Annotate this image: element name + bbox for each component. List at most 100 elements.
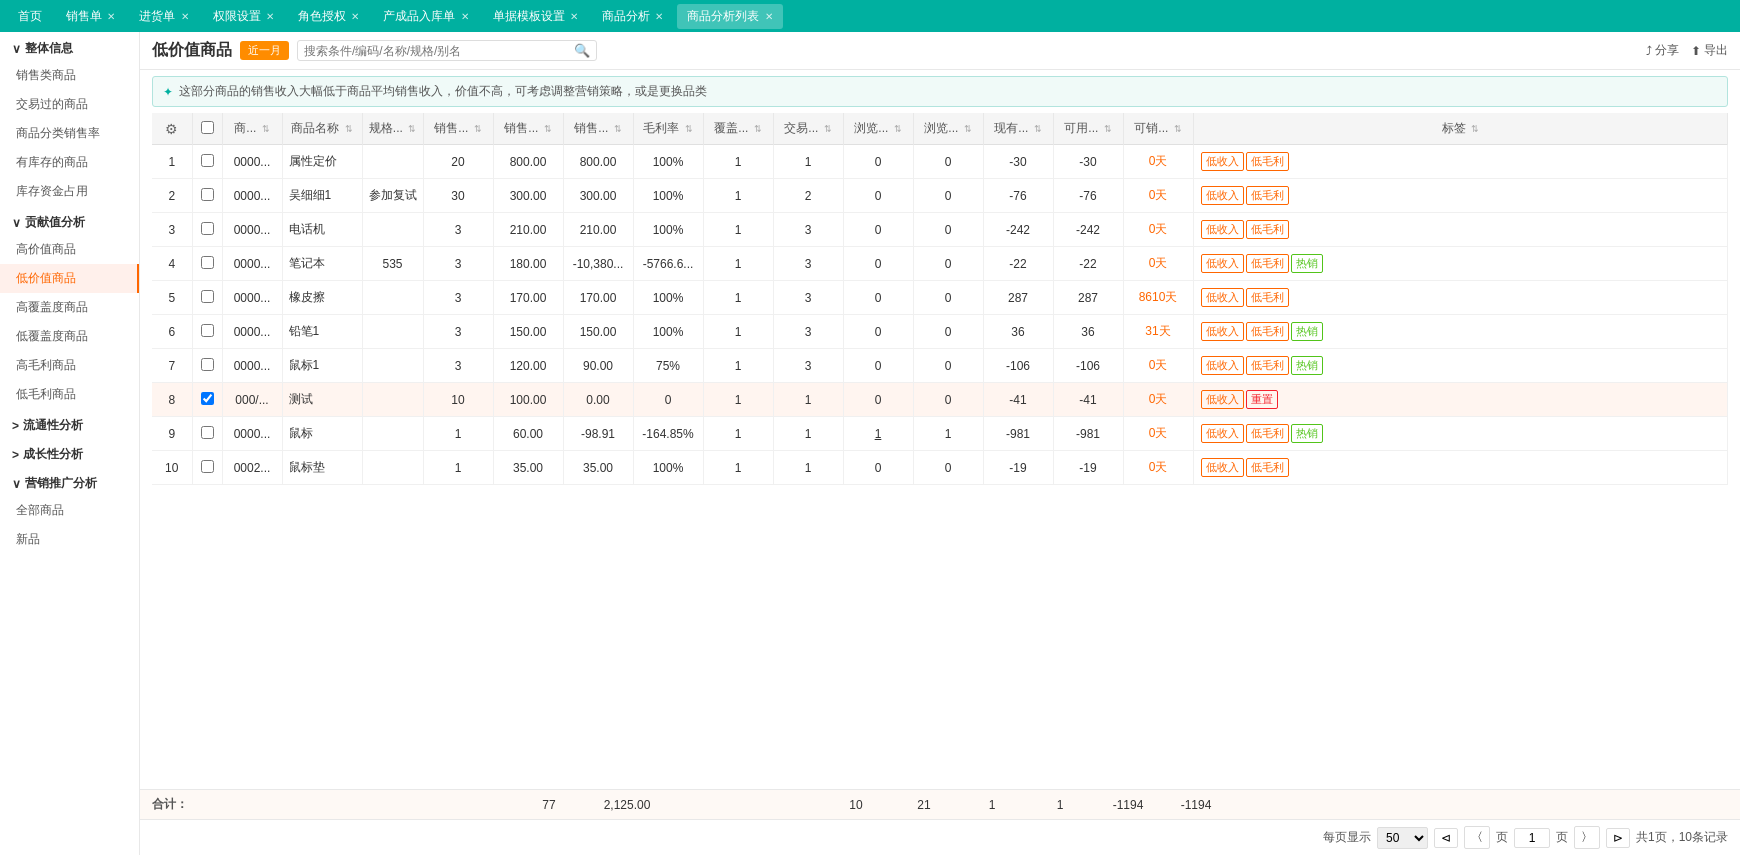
close-products-icon[interactable]: ✕ — [461, 11, 469, 22]
close-analysis-icon[interactable]: ✕ — [655, 11, 663, 22]
last-page-button[interactable]: ⊳ — [1606, 828, 1630, 848]
row-view1[interactable]: 0 — [843, 213, 913, 247]
th-gear[interactable]: ⚙ — [152, 113, 192, 145]
prev-page-button[interactable]: 〈 — [1464, 826, 1490, 849]
row-view1[interactable]: 0 — [843, 451, 913, 485]
row-tags: 低收入低毛利 — [1193, 281, 1728, 315]
row-check[interactable] — [192, 383, 222, 417]
row-checkbox[interactable] — [201, 188, 214, 201]
nav-sales[interactable]: 销售单 ✕ — [56, 4, 125, 29]
nav-roles[interactable]: 角色授权 ✕ — [288, 4, 369, 29]
row-view1[interactable]: 0 — [843, 349, 913, 383]
per-page-select[interactable]: 50 100 — [1377, 827, 1428, 849]
close-purchase-icon[interactable]: ✕ — [181, 11, 189, 22]
th-view2[interactable]: 浏览... ⇅ — [913, 113, 983, 145]
th-current[interactable]: 现有... ⇅ — [983, 113, 1053, 145]
sidebar-item-all-products[interactable]: 全部商品 — [0, 496, 139, 525]
sidebar-item-traded[interactable]: 交易过的商品 — [0, 90, 139, 119]
page-label-end: 页 — [1556, 829, 1568, 846]
th-view1[interactable]: 浏览... ⇅ — [843, 113, 913, 145]
row-checkbox[interactable] — [201, 256, 214, 269]
row-checkbox[interactable] — [201, 324, 214, 337]
sidebar-item-low-margin[interactable]: 低毛利商品 — [0, 380, 139, 409]
row-check[interactable] — [192, 247, 222, 281]
row-checkbox[interactable] — [201, 358, 214, 371]
row-checkbox[interactable] — [201, 154, 214, 167]
sidebar-item-low-value[interactable]: 低价值商品 — [0, 264, 139, 293]
th-code[interactable]: 商... ⇅ — [222, 113, 282, 145]
settings-icon[interactable]: ⚙ — [165, 121, 178, 137]
sidebar-item-high-margin[interactable]: 高毛利商品 — [0, 351, 139, 380]
th-tags[interactable]: 标签 ⇅ — [1193, 113, 1728, 145]
sidebar-group-growth[interactable]: > 成长性分析 — [0, 438, 139, 467]
search-icon[interactable]: 🔍 — [574, 43, 590, 58]
sidebar-group-contribution[interactable]: ∨ 贡献值分析 — [0, 206, 139, 235]
share-button[interactable]: ⤴ 分享 — [1646, 42, 1679, 59]
th-sale2[interactable]: 销售... ⇅ — [493, 113, 563, 145]
th-cover[interactable]: 覆盖... ⇅ — [703, 113, 773, 145]
sidebar-item-high-coverage[interactable]: 高覆盖度商品 — [0, 293, 139, 322]
row-check[interactable] — [192, 213, 222, 247]
nav-products[interactable]: 产成品入库单 ✕ — [373, 4, 478, 29]
sidebar-item-inventory[interactable]: 有库存的商品 — [0, 148, 139, 177]
row-checkbox[interactable] — [201, 290, 214, 303]
row-checkbox[interactable] — [201, 392, 214, 405]
close-analysis-list-icon[interactable]: ✕ — [765, 11, 773, 22]
row-checkbox[interactable] — [201, 222, 214, 235]
row-view1[interactable]: 0 — [843, 315, 913, 349]
th-sale1[interactable]: 销售... ⇅ — [423, 113, 493, 145]
sidebar-item-high-value[interactable]: 高价值商品 — [0, 235, 139, 264]
row-check[interactable] — [192, 451, 222, 485]
row-view1[interactable]: 0 — [843, 145, 913, 179]
close-permissions-icon[interactable]: ✕ — [266, 11, 274, 22]
time-tag-button[interactable]: 近一月 — [240, 41, 289, 60]
row-num: 5 — [152, 281, 192, 315]
select-all-checkbox[interactable] — [201, 121, 214, 134]
th-sale3[interactable]: 销售... ⇅ — [563, 113, 633, 145]
row-checkbox[interactable] — [201, 460, 214, 473]
page-number-input[interactable] — [1514, 828, 1550, 848]
row-view1[interactable]: 0 — [843, 383, 913, 417]
close-roles-icon[interactable]: ✕ — [351, 11, 359, 22]
th-spec[interactable]: 规格... ⇅ — [362, 113, 423, 145]
nav-home[interactable]: 首页 — [8, 4, 52, 29]
row-check[interactable] — [192, 315, 222, 349]
nav-permissions[interactable]: 权限设置 ✕ — [203, 4, 284, 29]
sidebar-group-marketing[interactable]: ∨ 营销推广分析 — [0, 467, 139, 496]
close-sales-icon[interactable]: ✕ — [107, 11, 115, 22]
row-view1[interactable]: 0 — [843, 179, 913, 213]
close-template-icon[interactable]: ✕ — [570, 11, 578, 22]
nav-analysis-list[interactable]: 商品分析列表 ✕ — [677, 4, 782, 29]
row-check[interactable] — [192, 281, 222, 315]
search-input[interactable] — [304, 44, 570, 58]
top-navigation: 首页 销售单 ✕ 进货单 ✕ 权限设置 ✕ 角色授权 ✕ 产成品入库单 ✕ 单据… — [0, 0, 1740, 32]
nav-purchase[interactable]: 进货单 ✕ — [129, 4, 198, 29]
th-available[interactable]: 可用... ⇅ — [1053, 113, 1123, 145]
sidebar-item-category-rate[interactable]: 商品分类销售率 — [0, 119, 139, 148]
tag-低收入: 低收入 — [1201, 424, 1244, 443]
th-profit-rate[interactable]: 毛利率 ⇅ — [633, 113, 703, 145]
th-name[interactable]: 商品名称 ⇅ — [282, 113, 362, 145]
nav-analysis[interactable]: 商品分析 ✕ — [592, 4, 673, 29]
sidebar-item-low-coverage[interactable]: 低覆盖度商品 — [0, 322, 139, 351]
row-view1[interactable]: 0 — [843, 247, 913, 281]
th-saleable[interactable]: 可销... ⇅ — [1123, 113, 1193, 145]
first-page-button[interactable]: ⊲ — [1434, 828, 1458, 848]
sidebar-group-overall[interactable]: ∨ 整体信息 — [0, 32, 139, 61]
sidebar-item-sales-products[interactable]: 销售类商品 — [0, 61, 139, 90]
th-check[interactable] — [192, 113, 222, 145]
sidebar-group-circulation[interactable]: > 流通性分析 — [0, 409, 139, 438]
export-button[interactable]: ⬆ 导出 — [1691, 42, 1728, 59]
row-check[interactable] — [192, 179, 222, 213]
sidebar-item-capital[interactable]: 库存资金占用 — [0, 177, 139, 206]
row-check[interactable] — [192, 417, 222, 451]
th-trade[interactable]: 交易... ⇅ — [773, 113, 843, 145]
row-check[interactable] — [192, 349, 222, 383]
row-view1[interactable]: 1 — [843, 417, 913, 451]
next-page-button[interactable]: 〉 — [1574, 826, 1600, 849]
row-view1[interactable]: 0 — [843, 281, 913, 315]
nav-template[interactable]: 单据模板设置 ✕ — [483, 4, 588, 29]
sidebar-item-new-products[interactable]: 新品 — [0, 525, 139, 554]
row-check[interactable] — [192, 145, 222, 179]
row-checkbox[interactable] — [201, 426, 214, 439]
